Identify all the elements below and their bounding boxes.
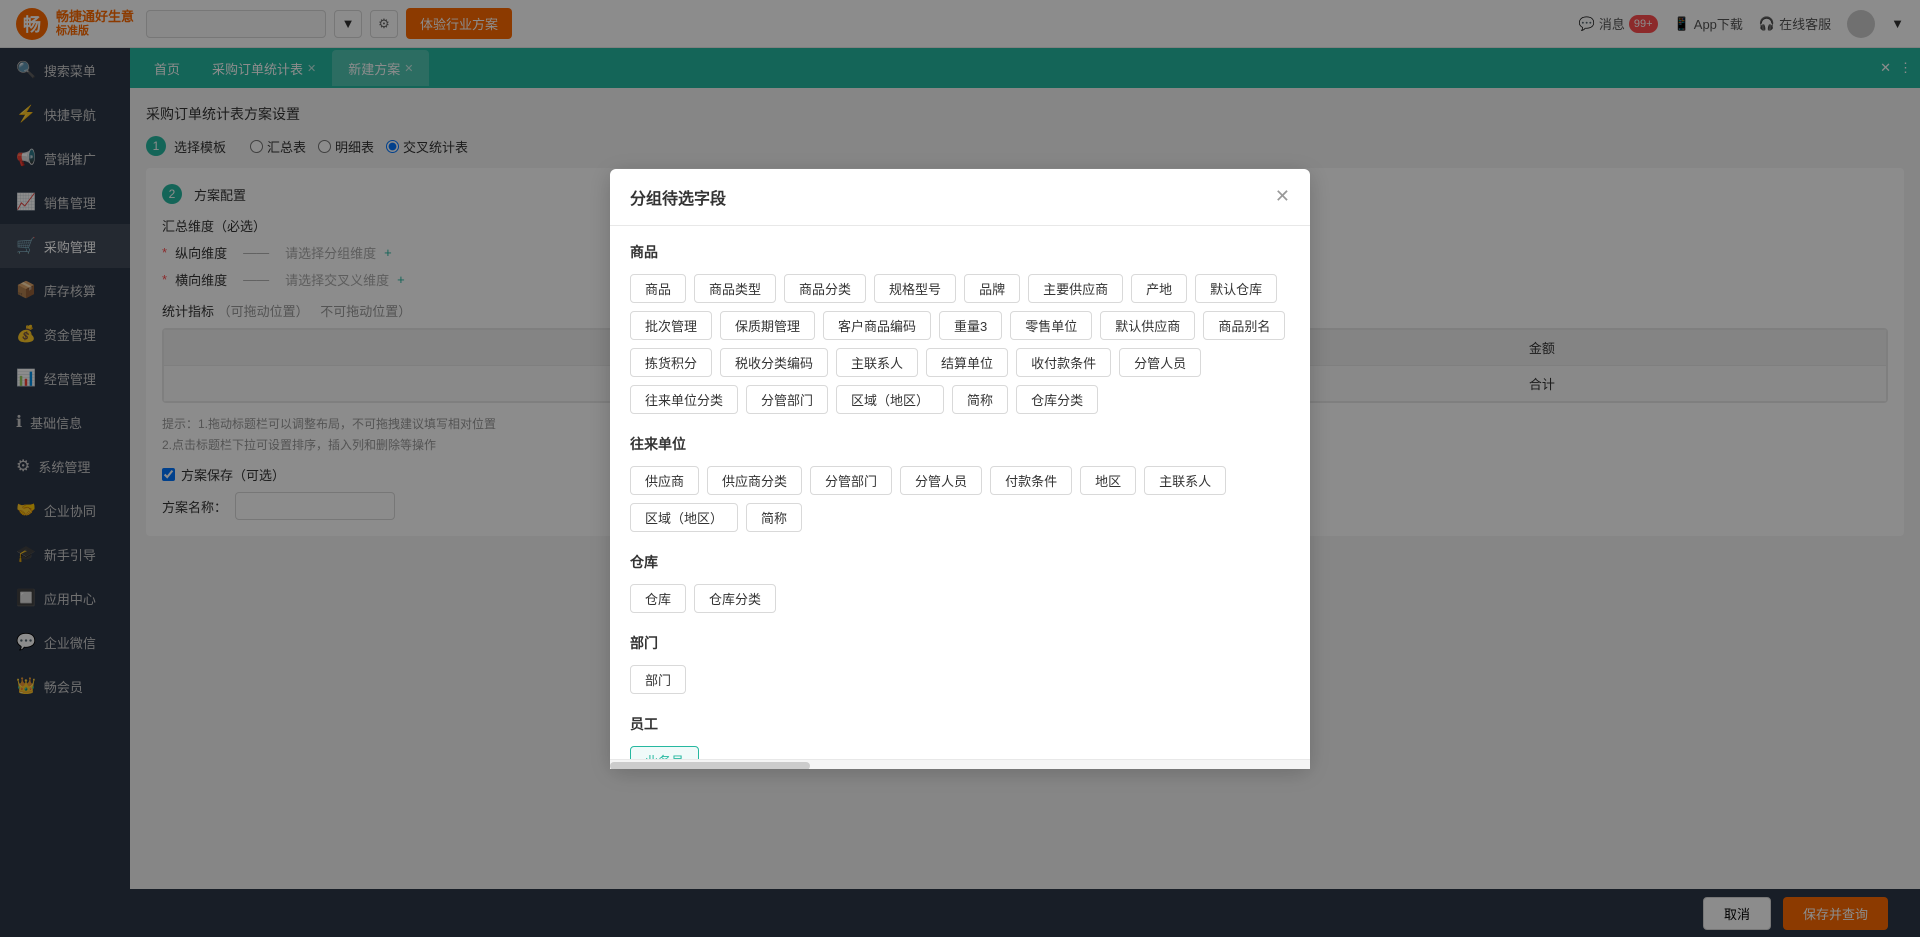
field-brand[interactable]: 品牌 — [964, 274, 1020, 303]
field-warehouse[interactable]: 仓库 — [630, 584, 686, 613]
field-salesperson[interactable]: 业务员 — [630, 746, 699, 760]
field-area[interactable]: 地区 — [1080, 466, 1136, 495]
field-tax-code[interactable]: 税收分类编码 — [720, 348, 828, 377]
field-batch-mgmt[interactable]: 批次管理 — [630, 311, 712, 340]
section-goods-fields: 商品 商品类型 商品分类 规格型号 品牌 主要供应商 产地 默认仓库 批次管理 … — [630, 274, 1290, 414]
field-default-warehouse[interactable]: 默认仓库 — [1195, 274, 1277, 303]
section-partner: 往来单位 供应商 供应商分类 分管部门 分管人员 付款条件 地区 主联系人 区域… — [630, 434, 1290, 532]
field-partner-region[interactable]: 区域（地区） — [630, 503, 738, 532]
section-department: 部门 部门 — [630, 633, 1290, 694]
field-origin[interactable]: 产地 — [1131, 274, 1187, 303]
field-expiry-mgmt[interactable]: 保质期管理 — [720, 311, 815, 340]
section-dept-title: 部门 — [630, 633, 1290, 653]
field-warehouse-cat[interactable]: 仓库分类 — [694, 584, 776, 613]
field-spec-model[interactable]: 规格型号 — [874, 274, 956, 303]
modal-body: 商品 商品 商品类型 商品分类 规格型号 品牌 主要供应商 产地 默认仓库 批次… — [610, 226, 1310, 760]
field-supplier-category[interactable]: 供应商分类 — [707, 466, 802, 495]
field-partner-category[interactable]: 往来单位分类 — [630, 385, 738, 414]
section-warehouse: 仓库 仓库 仓库分类 — [630, 552, 1290, 613]
section-warehouse-title: 仓库 — [630, 552, 1290, 572]
field-settlement-unit[interactable]: 结算单位 — [926, 348, 1008, 377]
field-customer-code[interactable]: 客户商品编码 — [823, 311, 931, 340]
field-supplier[interactable]: 供应商 — [630, 466, 699, 495]
field-retail-unit[interactable]: 零售单位 — [1010, 311, 1092, 340]
section-dept-fields: 部门 — [630, 665, 1290, 694]
modal-dialog: 分组待选字段 ✕ 商品 商品 商品类型 商品分类 规格型号 品牌 主要供应商 产… — [610, 169, 1310, 769]
field-payment-terms[interactable]: 收付款条件 — [1016, 348, 1111, 377]
field-dept[interactable]: 分管部门 — [746, 385, 828, 414]
modal-hscroll[interactable] — [610, 759, 1310, 768]
field-warehouse-category[interactable]: 仓库分类 — [1016, 385, 1098, 414]
field-shortname[interactable]: 简称 — [952, 385, 1008, 414]
field-weight[interactable]: 重量3 — [939, 311, 1002, 340]
modal-hscroll-thumb — [610, 762, 810, 768]
field-department[interactable]: 部门 — [630, 665, 686, 694]
field-goods-type[interactable]: 商品类型 — [694, 274, 776, 303]
field-partner-dept[interactable]: 分管部门 — [810, 466, 892, 495]
field-main-supplier[interactable]: 主要供应商 — [1028, 274, 1123, 303]
section-goods-title: 商品 — [630, 242, 1290, 262]
modal-header: 分组待选字段 ✕ — [610, 169, 1310, 226]
section-employee-title: 员工 — [630, 714, 1290, 734]
field-goods[interactable]: 商品 — [630, 274, 686, 303]
section-partner-fields: 供应商 供应商分类 分管部门 分管人员 付款条件 地区 主联系人 区域（地区） … — [630, 466, 1290, 532]
field-region[interactable]: 区域（地区） — [836, 385, 944, 414]
section-partner-title: 往来单位 — [630, 434, 1290, 454]
field-payment-condition[interactable]: 付款条件 — [990, 466, 1072, 495]
section-warehouse-fields: 仓库 仓库分类 — [630, 584, 1290, 613]
modal-close-icon[interactable]: ✕ — [1275, 186, 1290, 207]
section-employee: 员工 业务员 — [630, 714, 1290, 760]
field-partner-shortname[interactable]: 简称 — [746, 503, 802, 532]
field-goods-category[interactable]: 商品分类 — [784, 274, 866, 303]
field-goods-alias[interactable]: 商品别名 — [1203, 311, 1285, 340]
modal-overlay: 分组待选字段 ✕ 商品 商品 商品类型 商品分类 规格型号 品牌 主要供应商 产… — [0, 0, 1920, 937]
field-pick-points[interactable]: 拣货积分 — [630, 348, 712, 377]
section-goods: 商品 商品 商品类型 商品分类 规格型号 品牌 主要供应商 产地 默认仓库 批次… — [630, 242, 1290, 414]
field-supervisor[interactable]: 分管人员 — [1119, 348, 1201, 377]
field-main-contact[interactable]: 主联系人 — [836, 348, 918, 377]
section-employee-fields: 业务员 — [630, 746, 1290, 760]
modal-title: 分组待选字段 — [630, 185, 726, 209]
field-partner-supervisor[interactable]: 分管人员 — [900, 466, 982, 495]
field-default-supplier[interactable]: 默认供应商 — [1100, 311, 1195, 340]
field-partner-contact[interactable]: 主联系人 — [1144, 466, 1226, 495]
